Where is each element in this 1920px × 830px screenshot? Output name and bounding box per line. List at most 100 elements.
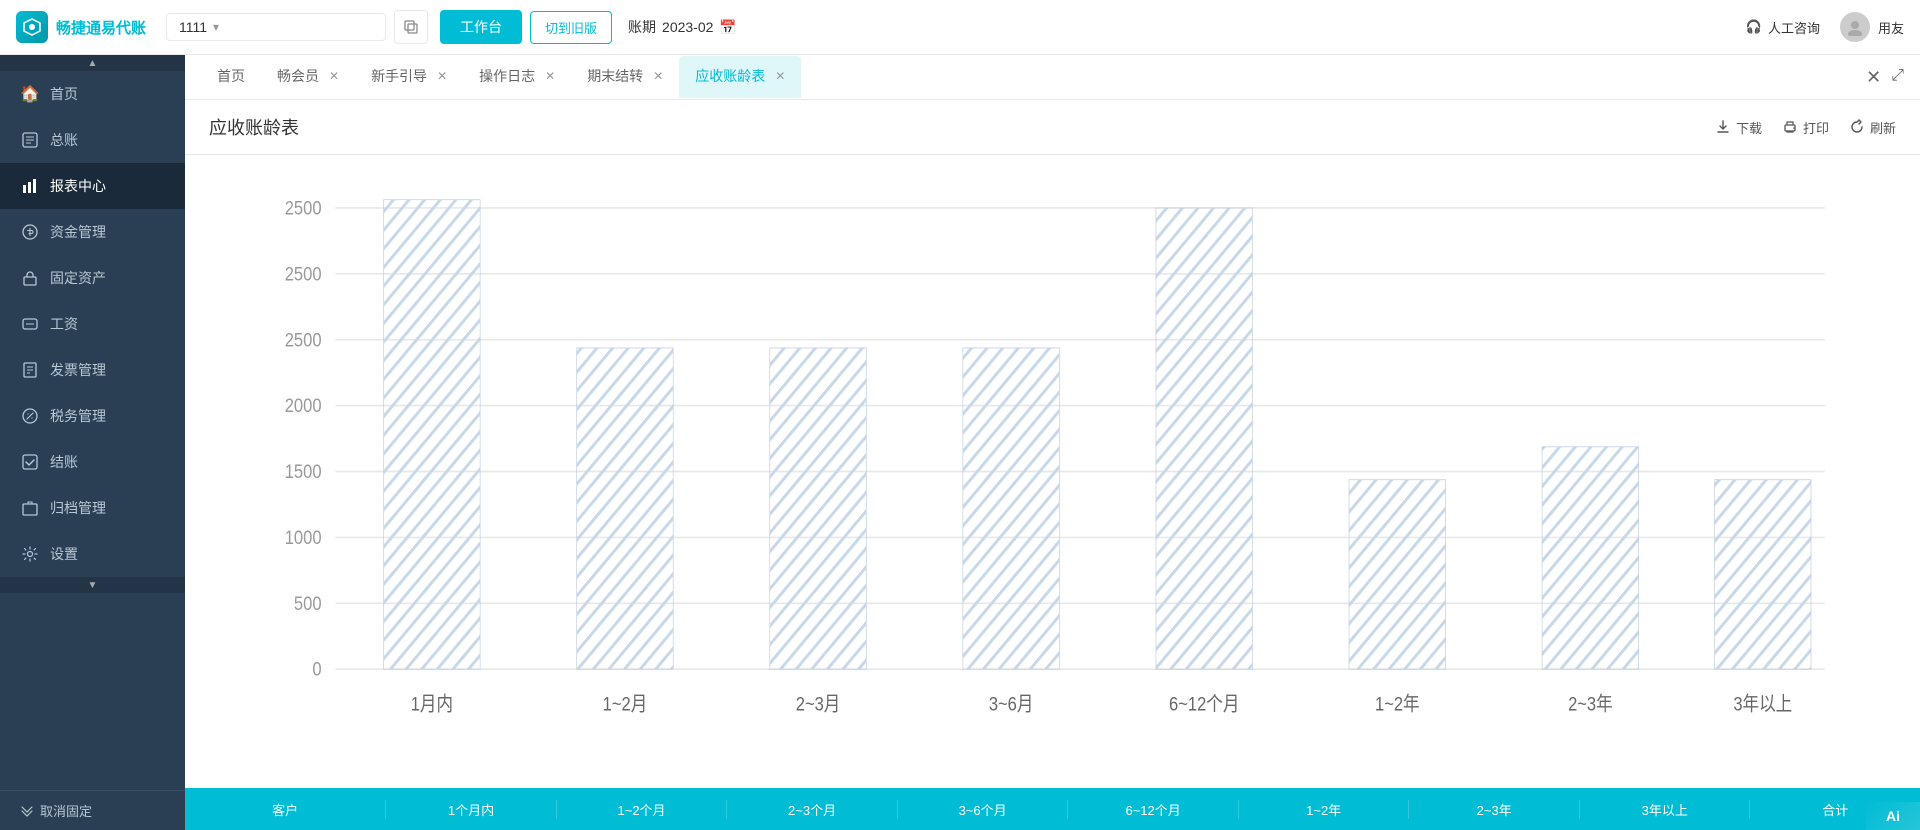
headset-icon: 🎧	[1746, 19, 1762, 35]
tab-period[interactable]: 期末结转 ✕	[571, 56, 679, 98]
svg-text:3年以上: 3年以上	[1733, 693, 1792, 715]
col-customer: 客户	[185, 800, 386, 819]
right-area: 🎧 人工咨询 用友	[1746, 12, 1904, 42]
sidebar-item-archive-label: 归档管理	[50, 498, 106, 518]
tab-guide-close[interactable]: ✕	[437, 69, 447, 83]
ai-label: Ai	[1886, 808, 1900, 824]
archive-icon	[20, 498, 40, 518]
sidebar-item-tax-label: 税务管理	[50, 406, 106, 426]
tab-membership-close[interactable]: ✕	[329, 69, 339, 83]
funds-icon	[20, 222, 40, 242]
calendar-icon[interactable]: 📅	[719, 19, 736, 36]
consultant-button[interactable]: 🎧 人工咨询	[1746, 18, 1820, 37]
refresh-button[interactable]: 刷新	[1849, 118, 1896, 137]
ai-badge[interactable]: Ai	[1866, 802, 1920, 830]
page-content: 应收账龄表 下载 打印 刷新	[185, 100, 1920, 830]
tab-aging-label: 应收账龄表	[695, 66, 765, 86]
tab-period-close[interactable]: ✕	[653, 69, 663, 83]
settings-icon	[20, 544, 40, 564]
svg-text:1500: 1500	[285, 461, 322, 483]
svg-text:1~2月: 1~2月	[603, 693, 648, 715]
tab-log-label: 操作日志	[479, 66, 535, 86]
sidebar-item-ledger[interactable]: 总账	[0, 117, 185, 163]
logo-icon	[16, 11, 48, 43]
sidebar-item-salary[interactable]: 工资	[0, 301, 185, 347]
cancel-fixed-label: 取消固定	[40, 801, 92, 820]
svg-text:2500: 2500	[285, 329, 322, 351]
reports-icon	[20, 176, 40, 196]
salary-icon	[20, 314, 40, 334]
tab-guide[interactable]: 新手引导 ✕	[355, 56, 463, 98]
tab-membership[interactable]: 畅会员 ✕	[261, 56, 355, 98]
tab-aging-close[interactable]: ✕	[775, 69, 785, 83]
sidebar-item-settlement[interactable]: 结账	[0, 439, 185, 485]
sidebar-item-invoice-label: 发票管理	[50, 360, 106, 380]
company-selector[interactable]: 1111 ▾	[166, 13, 386, 41]
user-area[interactable]: 用友	[1840, 12, 1904, 42]
col-2-3month: 2~3个月	[727, 800, 898, 819]
sidebar-item-invoice[interactable]: 发票管理	[0, 347, 185, 393]
print-label: 打印	[1803, 118, 1829, 137]
sidebar-item-tax[interactable]: 税务管理	[0, 393, 185, 439]
content-area: 首页 畅会员 ✕ 新手引导 ✕ 操作日志 ✕ 期末结转 ✕	[185, 55, 1920, 830]
print-button[interactable]: 打印	[1782, 118, 1829, 137]
svg-text:2500: 2500	[285, 197, 322, 219]
sidebar-item-funds[interactable]: 资金管理	[0, 209, 185, 255]
table-footer: 客户 1个月内 1~2个月 2~3个月 3~6个月 6~12个月 1~2年 2~…	[185, 788, 1920, 830]
sidebar-item-assets[interactable]: 固定资产	[0, 255, 185, 301]
sidebar-item-funds-label: 资金管理	[50, 222, 106, 242]
tab-log-close[interactable]: ✕	[545, 69, 555, 83]
sidebar-item-reports[interactable]: 报表中心	[0, 163, 185, 209]
sidebar-item-home[interactable]: 🏠 首页	[0, 71, 185, 117]
tabs-bar: 首页 畅会员 ✕ 新手引导 ✕ 操作日志 ✕ 期末结转 ✕	[185, 55, 1920, 100]
sidebar-scroll-up[interactable]: ▲	[0, 55, 185, 71]
top-bar: 畅捷通易代账 1111 ▾ 工作台 切到旧版 账期 2023-02 📅 🎧 人工…	[0, 0, 1920, 55]
tax-icon	[20, 406, 40, 426]
sidebar-item-ledger-label: 总账	[50, 130, 78, 150]
username: 用友	[1878, 18, 1904, 37]
tab-aging[interactable]: 应收账龄表 ✕	[679, 56, 801, 98]
sidebar-item-settlement-label: 结账	[50, 452, 78, 472]
tab-close-all[interactable]: ✕	[1866, 68, 1881, 86]
svg-text:0: 0	[312, 658, 321, 680]
sidebar-item-archive[interactable]: 归档管理	[0, 485, 185, 531]
sidebar-item-settings[interactable]: 设置	[0, 531, 185, 577]
tab-expand[interactable]: ⤢	[1891, 68, 1904, 86]
download-button[interactable]: 下载	[1715, 118, 1762, 137]
cancel-fixed-button[interactable]: 取消固定	[0, 790, 185, 830]
tab-home[interactable]: 首页	[201, 56, 261, 98]
settlement-icon	[20, 452, 40, 472]
col-6-12month: 6~12个月	[1068, 800, 1239, 819]
sidebar-item-assets-label: 固定资产	[50, 268, 106, 288]
refresh-label: 刷新	[1870, 118, 1896, 137]
svg-text:3~6月: 3~6月	[989, 693, 1034, 715]
page-header: 应收账龄表 下载 打印 刷新	[185, 100, 1920, 155]
svg-text:500: 500	[294, 593, 322, 615]
svg-text:2~3月: 2~3月	[796, 693, 841, 715]
col-1-2year: 1~2年	[1239, 800, 1410, 819]
tab-membership-label: 畅会员	[277, 66, 319, 86]
home-icon: 🏠	[20, 84, 40, 104]
col-1month: 1个月内	[386, 800, 557, 819]
invoice-icon	[20, 360, 40, 380]
logo-text: 畅捷通易代账	[56, 17, 146, 38]
period-area: 账期 2023-02 📅	[628, 17, 737, 37]
svg-text:6~12个月: 6~12个月	[1169, 693, 1239, 715]
svg-text:1~2年: 1~2年	[1375, 693, 1420, 715]
old-version-button[interactable]: 切到旧版	[530, 11, 612, 44]
tab-period-label: 期末结转	[587, 66, 643, 86]
chart-svg: 2500 2500 2500 2000 1500 1000 500 0	[225, 175, 1880, 768]
sidebar: ▲ 🏠 首页 总账 报表中心 资金管理	[0, 55, 185, 830]
sidebar-item-reports-label: 报表中心	[50, 176, 106, 196]
tab-home-label: 首页	[217, 66, 245, 86]
copy-button[interactable]	[394, 10, 428, 44]
chevron-down-icon: ▾	[213, 20, 219, 34]
sidebar-scroll-down[interactable]: ▼	[0, 577, 185, 593]
workbench-button[interactable]: 工作台	[440, 10, 522, 44]
col-3-6month: 3~6个月	[898, 800, 1069, 819]
period-value: 2023-02	[662, 19, 713, 35]
sidebar-item-home-label: 首页	[50, 84, 78, 104]
download-label: 下载	[1736, 118, 1762, 137]
tab-log[interactable]: 操作日志 ✕	[463, 56, 571, 98]
page-title: 应收账龄表	[209, 114, 299, 140]
